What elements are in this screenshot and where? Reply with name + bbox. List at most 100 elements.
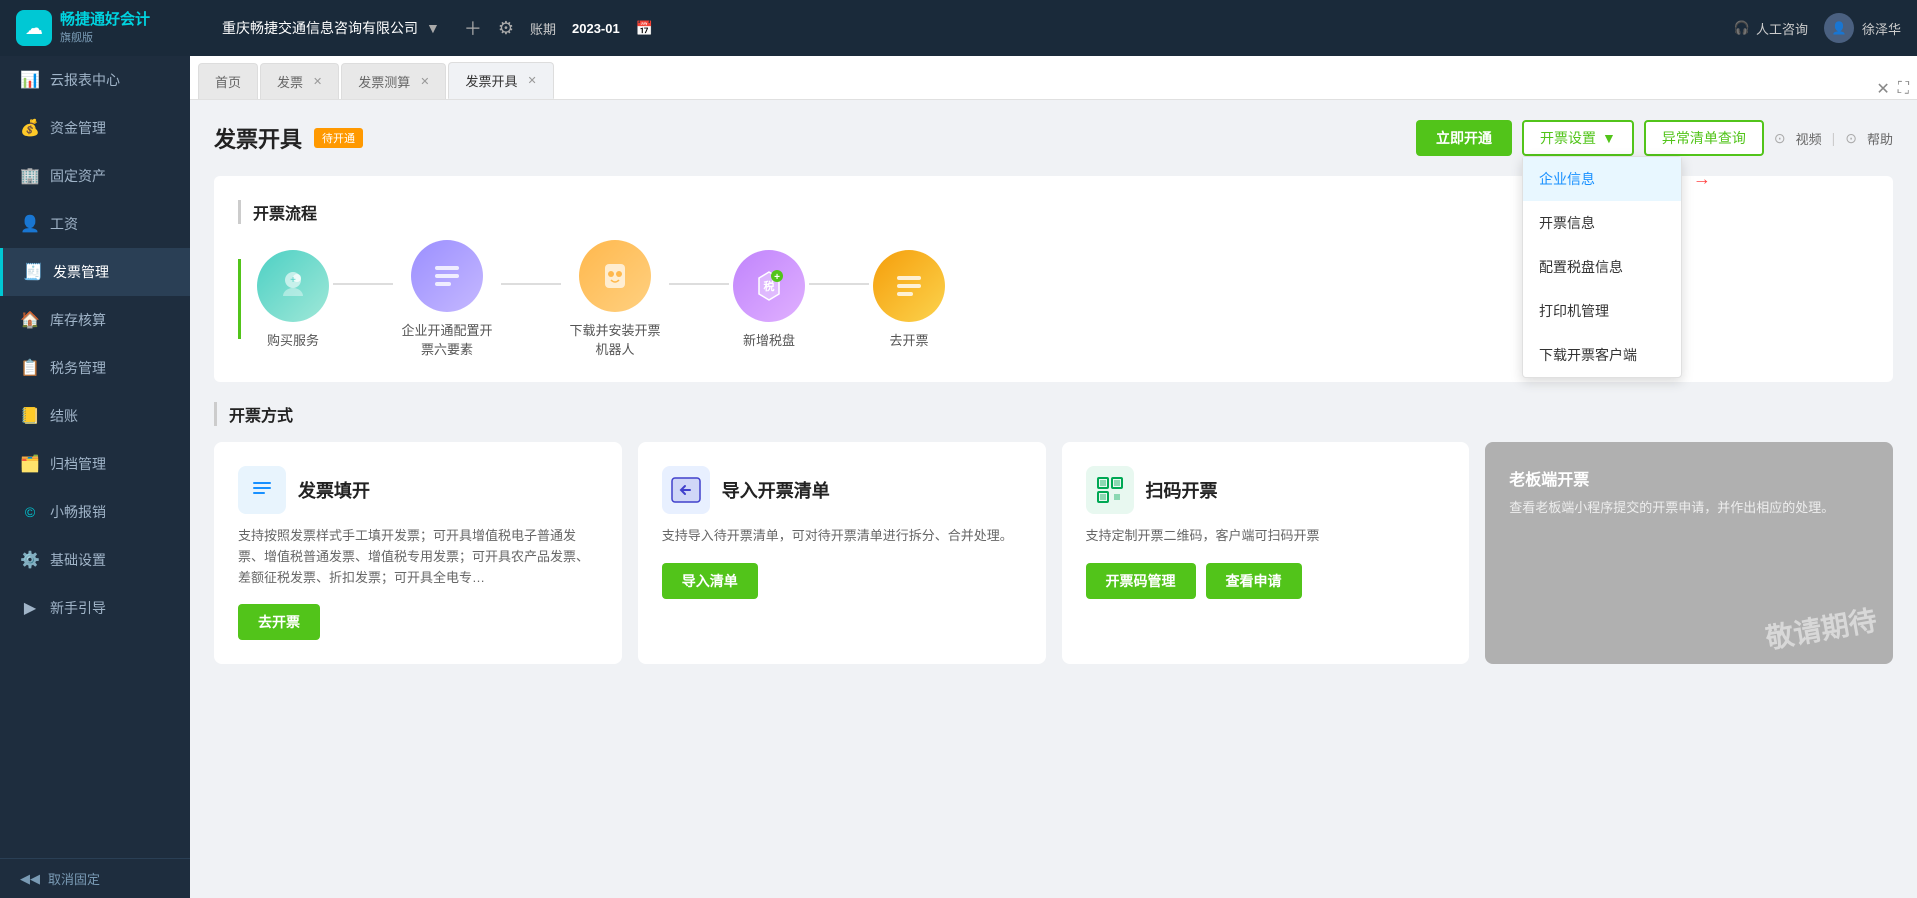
pin-icon: ◀◀	[20, 871, 40, 887]
sidebar-item-invoice-mgmt[interactable]: 🧾 发票管理	[0, 248, 190, 296]
divider: |	[1832, 130, 1836, 146]
add-button[interactable]: ＋	[464, 15, 482, 41]
tab-bar: 首页 发票 ✕ 发票测算 ✕ 发票开具 ✕ ✕ ⛶	[190, 56, 1917, 100]
sidebar-scroll: 📊 云报表中心 💰 资金管理 🏢 固定资产 👤 工资 🧾 发票管理	[0, 56, 190, 858]
period-label: 账期	[530, 19, 556, 38]
question-icon: ⊙	[1845, 130, 1857, 147]
svg-text:税: 税	[764, 279, 775, 293]
method-section: 开票方式 发票填开 支持按照发票样式手工填开发票；可开具增值税电子普通发票、增值…	[214, 402, 1893, 664]
tab-invoice-test-close[interactable]: ✕	[420, 75, 429, 88]
status-badge: 待开通	[314, 128, 363, 148]
sidebar-item-payroll[interactable]: 👤 工资	[0, 200, 190, 248]
calendar-icon[interactable]: 📅	[636, 20, 653, 37]
flow-step-icon-add-taxdisk: 税+	[733, 250, 805, 322]
sidebar-item-inventory[interactable]: 🏠 库存核算	[0, 296, 190, 344]
tab-expand-icon[interactable]: ⛶	[1898, 80, 1909, 98]
flow-step-icon-download-robot	[579, 240, 651, 312]
settings-dropdown-container: 开票设置 ▼ 企业信息 → 开票信息	[1522, 120, 1634, 156]
dropdown-item-invoice-info[interactable]: 开票信息	[1523, 201, 1681, 245]
sidebar-item-basic-settings[interactable]: ⚙️ 基础设置	[0, 536, 190, 584]
sidebar-item-report-sales[interactable]: © 小畅报销	[0, 488, 190, 536]
page-header: 发票开具 待开通 立即开通 开票设置 ▼ 企业信息	[214, 120, 1893, 156]
scan-invoice-icon	[1086, 466, 1134, 514]
exception-button[interactable]: 异常清单查询	[1644, 120, 1764, 156]
tab-invoice[interactable]: 发票 ✕	[260, 63, 339, 99]
sidebar-item-cloud-report[interactable]: 📊 云报表中心	[0, 56, 190, 104]
flow-step-label-add-taxdisk: 新增税盘	[743, 330, 795, 349]
chevron-down-icon: ▼	[426, 20, 440, 36]
activate-button[interactable]: 立即开通	[1416, 120, 1512, 156]
sidebar-item-tax-mgmt[interactable]: 📋 税务管理	[0, 344, 190, 392]
fund-mgmt-icon: 💰	[20, 118, 40, 138]
boss-invoice-title: 老板端开票	[1509, 466, 1869, 490]
tab-close-all-icon[interactable]: ✕	[1876, 79, 1889, 99]
flow-step-config-enterprise: 企业开通配置开票六要素	[397, 240, 497, 358]
flow-step-label-download-robot: 下载并安装开票机器人	[565, 320, 665, 358]
sidebar-label-payroll: 工资	[50, 214, 78, 234]
company-selector[interactable]: 重庆畅捷交通信息咨询有限公司 ▼	[222, 18, 440, 38]
sidebar-label-settlement: 结账	[50, 406, 78, 426]
dropdown-item-download-client[interactable]: 下载开票客户端	[1523, 333, 1681, 377]
video-button[interactable]: 视频	[1796, 129, 1822, 148]
tab-invoice-label: 发票	[277, 72, 303, 91]
page-content: 发票开具 待开通 立即开通 开票设置 ▼ 企业信息	[190, 100, 1917, 898]
settlement-icon: 📒	[20, 406, 40, 426]
flow-step-label-config-enterprise: 企业开通配置开票六要素	[397, 320, 497, 358]
tab-home[interactable]: 首页	[198, 63, 258, 99]
method-section-title: 开票方式	[214, 402, 1893, 426]
tab-invoice-issue-close[interactable]: ✕	[528, 74, 537, 87]
dropdown-label-company-info: 企业信息	[1539, 171, 1595, 187]
sidebar-label-inventory: 库存核算	[50, 310, 106, 330]
user-area[interactable]: 👤 徐泽华	[1824, 13, 1901, 43]
flow-start-bar	[238, 259, 241, 339]
tab-invoice-close[interactable]: ✕	[313, 75, 322, 88]
manual-invoice-button[interactable]: 去开票	[238, 604, 320, 640]
sidebar-item-fund-mgmt[interactable]: 💰 资金管理	[0, 104, 190, 152]
svg-text:+: +	[774, 272, 780, 283]
dropdown-label-download-client: 下载开票客户端	[1539, 347, 1637, 363]
app-version: 旗舰版	[60, 29, 150, 45]
username: 徐泽华	[1862, 19, 1901, 38]
method-card-scan: 扫码开票 支持定制开票二维码，客户端可扫码开票 开票码管理 查看申请	[1062, 442, 1470, 664]
sidebar-label-invoice-mgmt: 发票管理	[53, 262, 109, 282]
cloud-report-icon: 📊	[20, 70, 40, 90]
boss-invoice-desc: 查看老板端小程序提交的开票申请，并作出相应的处理。	[1509, 498, 1869, 519]
period-value: 2023-01	[572, 21, 620, 36]
sidebar-item-settlement[interactable]: 📒 结账	[0, 392, 190, 440]
flow-connector-3	[669, 283, 729, 285]
scan-qrcode-button[interactable]: 开票码管理	[1086, 563, 1196, 599]
scan-view-button[interactable]: 查看申请	[1206, 563, 1302, 599]
settings-icon[interactable]: ⚙	[498, 18, 514, 39]
play-icon: ⊙	[1774, 130, 1786, 147]
help-button[interactable]: 帮助	[1867, 129, 1893, 148]
sidebar-item-new-guide[interactable]: ▶ 新手引导	[0, 584, 190, 632]
invoice-mgmt-icon: 🧾	[23, 262, 43, 282]
method-card-import-header: 导入开票清单	[662, 466, 1022, 514]
red-arrow-indicator: →	[1693, 169, 1711, 190]
top-actions: ＋ ⚙	[464, 15, 514, 41]
sidebar-item-fixed-assets[interactable]: 🏢 固定资产	[0, 152, 190, 200]
fixed-assets-icon: 🏢	[20, 166, 40, 186]
dropdown-item-company-info[interactable]: 企业信息 →	[1523, 157, 1681, 201]
import-invoice-button[interactable]: 导入清单	[662, 563, 758, 599]
tab-invoice-test[interactable]: 发票测算 ✕	[341, 63, 446, 99]
dropdown-label-tax-config: 配置税盘信息	[1539, 259, 1623, 275]
svg-text:+: +	[290, 275, 296, 286]
dropdown-item-printer-mgmt[interactable]: 打印机管理	[1523, 289, 1681, 333]
sidebar: 📊 云报表中心 💰 资金管理 🏢 固定资产 👤 工资 🧾 发票管理	[0, 56, 190, 898]
page-title: 发票开具	[214, 122, 302, 154]
dropdown-item-tax-config[interactable]: 配置税盘信息	[1523, 245, 1681, 289]
sidebar-label-cloud-report: 云报表中心	[50, 70, 120, 90]
consult-button[interactable]: 🎧 人工咨询	[1734, 19, 1808, 38]
sidebar-label-archive: 归档管理	[50, 454, 106, 474]
flow-step-add-taxdisk: 税+ 新增税盘	[733, 250, 805, 349]
sidebar-label-report-sales: 小畅报销	[50, 502, 106, 522]
tab-invoice-issue[interactable]: 发票开具 ✕	[448, 62, 553, 99]
cancel-fixed-button[interactable]: ◀◀ 取消固定	[20, 869, 170, 888]
dropdown-label-printer-mgmt: 打印机管理	[1539, 303, 1609, 319]
tab-invoice-issue-label: 发票开具	[465, 71, 517, 90]
settings-button[interactable]: 开票设置 ▼	[1522, 120, 1634, 156]
payroll-icon: 👤	[20, 214, 40, 234]
content-area: 首页 发票 ✕ 发票测算 ✕ 发票开具 ✕ ✕ ⛶	[190, 56, 1917, 898]
sidebar-item-archive[interactable]: 🗂️ 归档管理	[0, 440, 190, 488]
